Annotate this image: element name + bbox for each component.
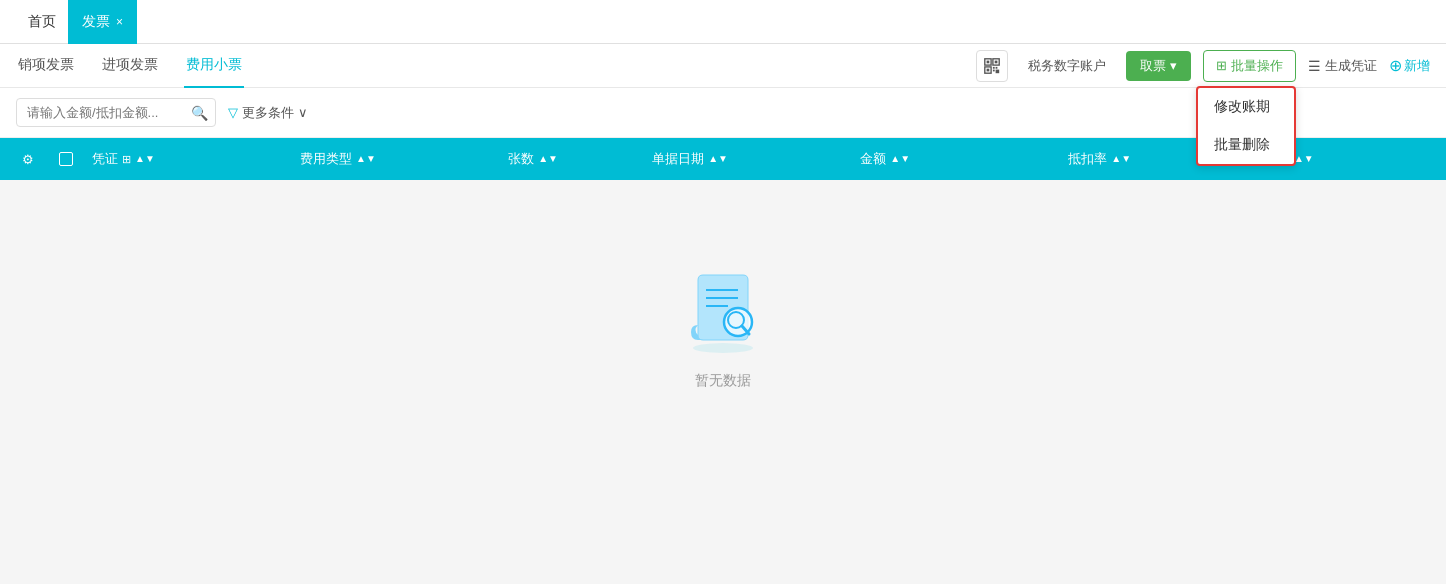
- svg-point-10: [693, 343, 753, 353]
- top-nav: 首页 发票 ×: [0, 0, 1446, 44]
- count-sort-icon: ▲▼: [538, 154, 558, 164]
- svg-rect-5: [987, 68, 990, 71]
- amount-sort-icon: ▲▼: [890, 154, 910, 164]
- batch-op-wrap: ⊞ 批量操作 修改账期 批量删除: [1203, 50, 1296, 82]
- invoice-tab-label: 发票: [82, 13, 110, 31]
- th-count[interactable]: 张数 ▲▼: [500, 150, 644, 168]
- svg-rect-8: [993, 69, 995, 71]
- generate-voucher-icon: ☰: [1308, 58, 1321, 74]
- qrcode-icon: [983, 57, 1001, 75]
- qrcode-button[interactable]: [976, 50, 1008, 82]
- more-filter-label: 更多条件: [242, 104, 294, 122]
- search-icon: 🔍: [191, 105, 208, 121]
- voucher-filter-icon: ⊞: [122, 153, 131, 166]
- batch-op-button[interactable]: ⊞ 批量操作: [1203, 50, 1296, 82]
- filter-icon: ▽: [228, 105, 238, 120]
- sub-tabs-left: 销项发票 进项发票 费用小票: [16, 44, 244, 88]
- add-button[interactable]: ⊕ 新增: [1389, 56, 1430, 75]
- th-expense[interactable]: 费用类型 ▲▼: [292, 150, 500, 168]
- header-checkbox[interactable]: [59, 152, 73, 166]
- th-amount[interactable]: 金额 ▲▼: [852, 150, 1060, 168]
- svg-rect-7: [996, 66, 998, 68]
- th-date[interactable]: 单据日期 ▲▼: [644, 150, 852, 168]
- home-tab[interactable]: 首页: [16, 0, 68, 44]
- dropdown-batch-delete[interactable]: 批量删除: [1198, 126, 1294, 164]
- generate-voucher-button[interactable]: ☰ 生成凭证: [1308, 57, 1377, 75]
- batch-dropdown-menu: 修改账期 批量删除: [1196, 86, 1296, 166]
- svg-rect-6: [993, 66, 995, 68]
- toolbar-right: 税务数字账户 取票 ▾ ⊞ 批量操作 修改账期 批量删除: [976, 50, 1430, 82]
- svg-rect-3: [995, 60, 998, 63]
- search-input[interactable]: [16, 98, 216, 127]
- voucher-sort-icon: ▲▼: [135, 154, 155, 164]
- fetch-ticket-label: 取票: [1140, 57, 1166, 75]
- th-settings[interactable]: ⚙: [8, 152, 48, 167]
- tab-purchase-invoice[interactable]: 进项发票: [100, 44, 160, 88]
- add-icon: ⊕: [1389, 56, 1402, 75]
- tax-digital-account-button[interactable]: 税务数字账户: [1020, 57, 1114, 75]
- fetch-ticket-button[interactable]: 取票 ▾: [1126, 51, 1191, 81]
- th-voucher[interactable]: 凭证 ⊞ ▲▼: [84, 150, 292, 168]
- empty-icon: [673, 260, 773, 360]
- more-filter-arrow: ∨: [298, 105, 308, 120]
- more-filter-button[interactable]: ▽ 更多条件 ∨: [228, 104, 308, 122]
- date-sort-icon: ▲▼: [708, 154, 728, 164]
- generate-voucher-label: 生成凭证: [1325, 57, 1377, 75]
- rate-sort-icon: ▲▼: [1111, 154, 1131, 164]
- fetch-ticket-arrow: ▾: [1170, 58, 1177, 73]
- deduct-sort-icon: ▲▼: [1294, 154, 1314, 164]
- svg-rect-1: [987, 60, 990, 63]
- sub-tabs-bar: 销项发票 进项发票 费用小票 税务数字账户: [0, 44, 1446, 88]
- th-check[interactable]: [48, 152, 84, 166]
- batch-op-label: 批量操作: [1231, 57, 1283, 75]
- invoice-tab[interactable]: 发票 ×: [68, 0, 137, 44]
- add-label: 新增: [1404, 57, 1430, 75]
- expense-sort-icon: ▲▼: [356, 154, 376, 164]
- batch-op-icon: ⊞: [1216, 58, 1227, 73]
- settings-icon: ⚙: [22, 152, 34, 167]
- svg-rect-9: [996, 69, 1000, 73]
- tax-digital-account-label: 税务数字账户: [1028, 57, 1106, 75]
- empty-text: 暂无数据: [695, 372, 751, 390]
- tab-expense-receipt[interactable]: 费用小票: [184, 44, 244, 88]
- invoice-tab-close[interactable]: ×: [116, 15, 123, 29]
- empty-state: 暂无数据: [0, 180, 1446, 430]
- search-wrap: 🔍: [16, 98, 216, 127]
- dropdown-modify-period[interactable]: 修改账期: [1198, 88, 1294, 126]
- tab-sales-invoice[interactable]: 销项发票: [16, 44, 76, 88]
